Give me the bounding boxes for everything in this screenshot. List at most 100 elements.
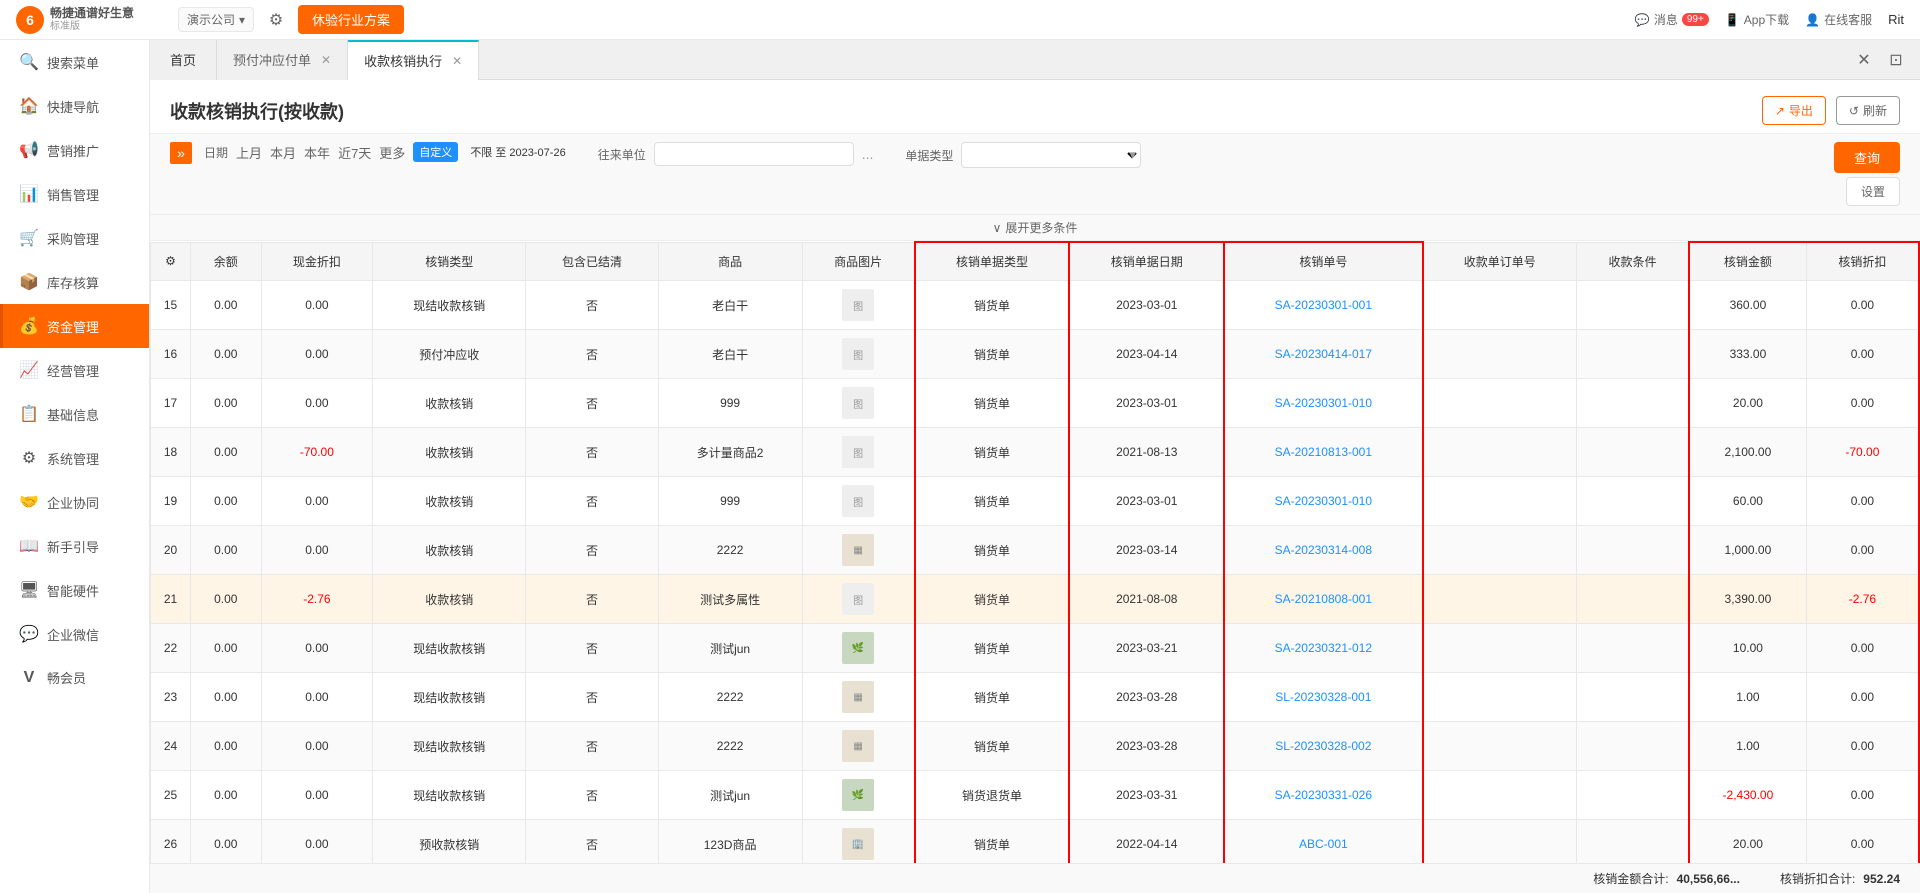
settings-icon-btn[interactable]: ⚙ <box>262 6 290 34</box>
col-writeoff-type: 核销类型 <box>373 242 526 281</box>
message-btn[interactable]: 💬 消息 99+ <box>1635 11 1709 28</box>
bill-no-link[interactable]: SA-20230301-010 <box>1275 494 1372 508</box>
cell-bill-no[interactable]: SA-20210808-001 <box>1224 575 1422 624</box>
bill-no-link[interactable]: SA-20230301-001 <box>1275 298 1372 312</box>
cell-id: 15 <box>151 281 191 330</box>
purchase-icon: 🛒 <box>19 228 39 248</box>
bill-no-link[interactable]: SL-20230328-001 <box>1275 690 1371 704</box>
cell-id: 21 <box>151 575 191 624</box>
cell-include-settled: 否 <box>526 722 658 771</box>
cell-writeoff-discount: 0.00 <box>1806 281 1919 330</box>
cell-bill-no[interactable]: SA-20230321-012 <box>1224 624 1422 673</box>
tab-prepay-close[interactable]: ✕ <box>321 53 331 67</box>
maximize-btn[interactable]: ⊡ <box>1884 48 1908 72</box>
cell-bill-date: 2021-08-08 <box>1069 575 1224 624</box>
sidebar-item-guide[interactable]: 📖 新手引导 <box>0 524 149 568</box>
sidebar-item-wechat[interactable]: 💬 企业微信 <box>0 612 149 656</box>
sidebar-item-operations[interactable]: 📈 经营管理 <box>0 348 149 392</box>
sidebar-item-search[interactable]: 🔍 搜索菜单 <box>0 40 149 84</box>
cell-writeoff-amount: 10.00 <box>1689 624 1806 673</box>
total-amount-value: 40,556,66... <box>1677 872 1740 886</box>
sidebar-item-sales[interactable]: 📊 销售管理 <box>0 172 149 216</box>
bill-type-select[interactable] <box>961 142 1141 168</box>
bill-no-link[interactable]: SA-20230314-008 <box>1275 543 1372 557</box>
cell-bill-no[interactable]: SL-20230328-001 <box>1224 673 1422 722</box>
tab-prepay[interactable]: 预付冲应付单 ✕ <box>217 40 348 80</box>
cell-include-settled: 否 <box>526 624 658 673</box>
cell-bill-no[interactable]: SA-20230314-008 <box>1224 526 1422 575</box>
date-more[interactable]: 更多 <box>379 143 405 162</box>
cell-balance: 0.00 <box>191 477 262 526</box>
coop-icon: 🤝 <box>19 492 39 512</box>
sidebar-item-system[interactable]: ⚙ 系统管理 <box>0 436 149 480</box>
date-last-month[interactable]: 上月 <box>236 143 262 162</box>
export-button[interactable]: ↗ 导出 <box>1762 96 1826 125</box>
app-download-btn[interactable]: 📱 App下载 <box>1725 11 1789 28</box>
trial-button[interactable]: 休验行业方案 <box>298 5 404 34</box>
cell-id: 17 <box>151 379 191 428</box>
refresh-button[interactable]: ↺ 刷新 <box>1836 96 1900 125</box>
from-unit-input[interactable] <box>654 142 854 166</box>
cell-cash-discount: 0.00 <box>261 771 373 820</box>
sidebar-item-cooperation[interactable]: 🤝 企业协同 <box>0 480 149 524</box>
cell-bill-no[interactable]: SL-20230328-002 <box>1224 722 1422 771</box>
cell-goods-image: 🌿 <box>802 624 915 673</box>
sidebar-item-quicknav[interactable]: 🏠 快捷导航 <box>0 84 149 128</box>
cell-id: 25 <box>151 771 191 820</box>
cell-bill-no[interactable]: SA-20210813-001 <box>1224 428 1422 477</box>
filter-expand-btn[interactable]: » <box>170 142 192 164</box>
col-settings[interactable]: ⚙ <box>151 242 191 281</box>
sidebar-item-purchase[interactable]: 🛒 采购管理 <box>0 216 149 260</box>
cell-receipt-cond <box>1576 722 1689 771</box>
company-selector[interactable]: 演示公司 ▾ <box>178 7 254 32</box>
expand-conditions-btn[interactable]: ∨ 展开更多条件 <box>993 219 1078 236</box>
bill-no-link[interactable]: ABC-001 <box>1299 837 1348 851</box>
tab-home[interactable]: 首页 <box>150 40 217 80</box>
date-7days[interactable]: 近7天 <box>338 143 371 162</box>
date-this-month[interactable]: 本月 <box>270 143 296 162</box>
cell-receipt-cond <box>1576 281 1689 330</box>
sidebar-item-inventory[interactable]: 📦 库存核算 <box>0 260 149 304</box>
cell-bill-no[interactable]: SA-20230301-010 <box>1224 379 1422 428</box>
total-discount-value: 952.24 <box>1863 872 1900 886</box>
bill-no-link[interactable]: SA-20210813-001 <box>1275 445 1372 459</box>
close-window-btn[interactable]: ✕ <box>1852 48 1876 72</box>
date-this-year[interactable]: 本年 <box>304 143 330 162</box>
bill-no-link[interactable]: SA-20230414-017 <box>1275 347 1372 361</box>
sidebar-item-finance[interactable]: 💰 资金管理 <box>0 304 149 348</box>
bill-no-link[interactable]: SA-20230331-026 <box>1275 788 1372 802</box>
cell-writeoff-type: 现结收款核销 <box>373 624 526 673</box>
cell-bill-no[interactable]: ABC-001 <box>1224 820 1422 864</box>
tab-writeoff[interactable]: 收款核销执行 ✕ <box>348 40 479 80</box>
cell-receipt-order-no <box>1423 624 1577 673</box>
query-button[interactable]: 查询 <box>1834 142 1900 173</box>
cell-bill-date: 2023-03-28 <box>1069 722 1224 771</box>
cell-receipt-cond <box>1576 428 1689 477</box>
sidebar: 🔍 搜索菜单 🏠 快捷导航 📢 营销推广 📊 销售管理 🛒 采购管理 📦 库存核… <box>0 40 150 893</box>
cell-include-settled: 否 <box>526 281 658 330</box>
bill-no-link[interactable]: SA-20230301-010 <box>1275 396 1372 410</box>
custom-date-btn[interactable]: 自定义 <box>413 142 458 162</box>
cell-bill-report-type: 销货单 <box>915 624 1070 673</box>
table-settings-button[interactable]: 设置 <box>1846 177 1900 206</box>
marketing-icon: 📢 <box>19 140 39 160</box>
bill-no-link[interactable]: SA-20210808-001 <box>1275 592 1372 606</box>
cell-bill-no[interactable]: SA-20230301-001 <box>1224 281 1422 330</box>
sidebar-item-basic-info[interactable]: 📋 基础信息 <box>0 392 149 436</box>
bill-no-link[interactable]: SA-20230321-012 <box>1275 641 1372 655</box>
cell-bill-no[interactable]: SA-20230414-017 <box>1224 330 1422 379</box>
cell-bill-no[interactable]: SA-20230301-010 <box>1224 477 1422 526</box>
sidebar-item-hardware[interactable]: 🖥 智能硬件 <box>0 568 149 612</box>
cell-writeoff-amount: 360.00 <box>1689 281 1806 330</box>
tab-writeoff-close[interactable]: ✕ <box>452 54 462 68</box>
table-body: 15 0.00 0.00 现结收款核销 否 老白干 图 销货单 2023-03-… <box>151 281 1920 864</box>
sidebar-item-marketing[interactable]: 📢 营销推广 <box>0 128 149 172</box>
cell-goods: 2222 <box>658 722 802 771</box>
cell-receipt-order-no <box>1423 575 1577 624</box>
cell-writeoff-discount: 0.00 <box>1806 820 1919 864</box>
cell-bill-no[interactable]: SA-20230331-026 <box>1224 771 1422 820</box>
bill-no-link[interactable]: SL-20230328-002 <box>1275 739 1371 753</box>
sidebar-item-vip[interactable]: V 畅会员 <box>0 656 149 699</box>
cell-cash-discount: -70.00 <box>261 428 373 477</box>
online-service-btn[interactable]: 👤 在线客服 <box>1805 11 1872 28</box>
